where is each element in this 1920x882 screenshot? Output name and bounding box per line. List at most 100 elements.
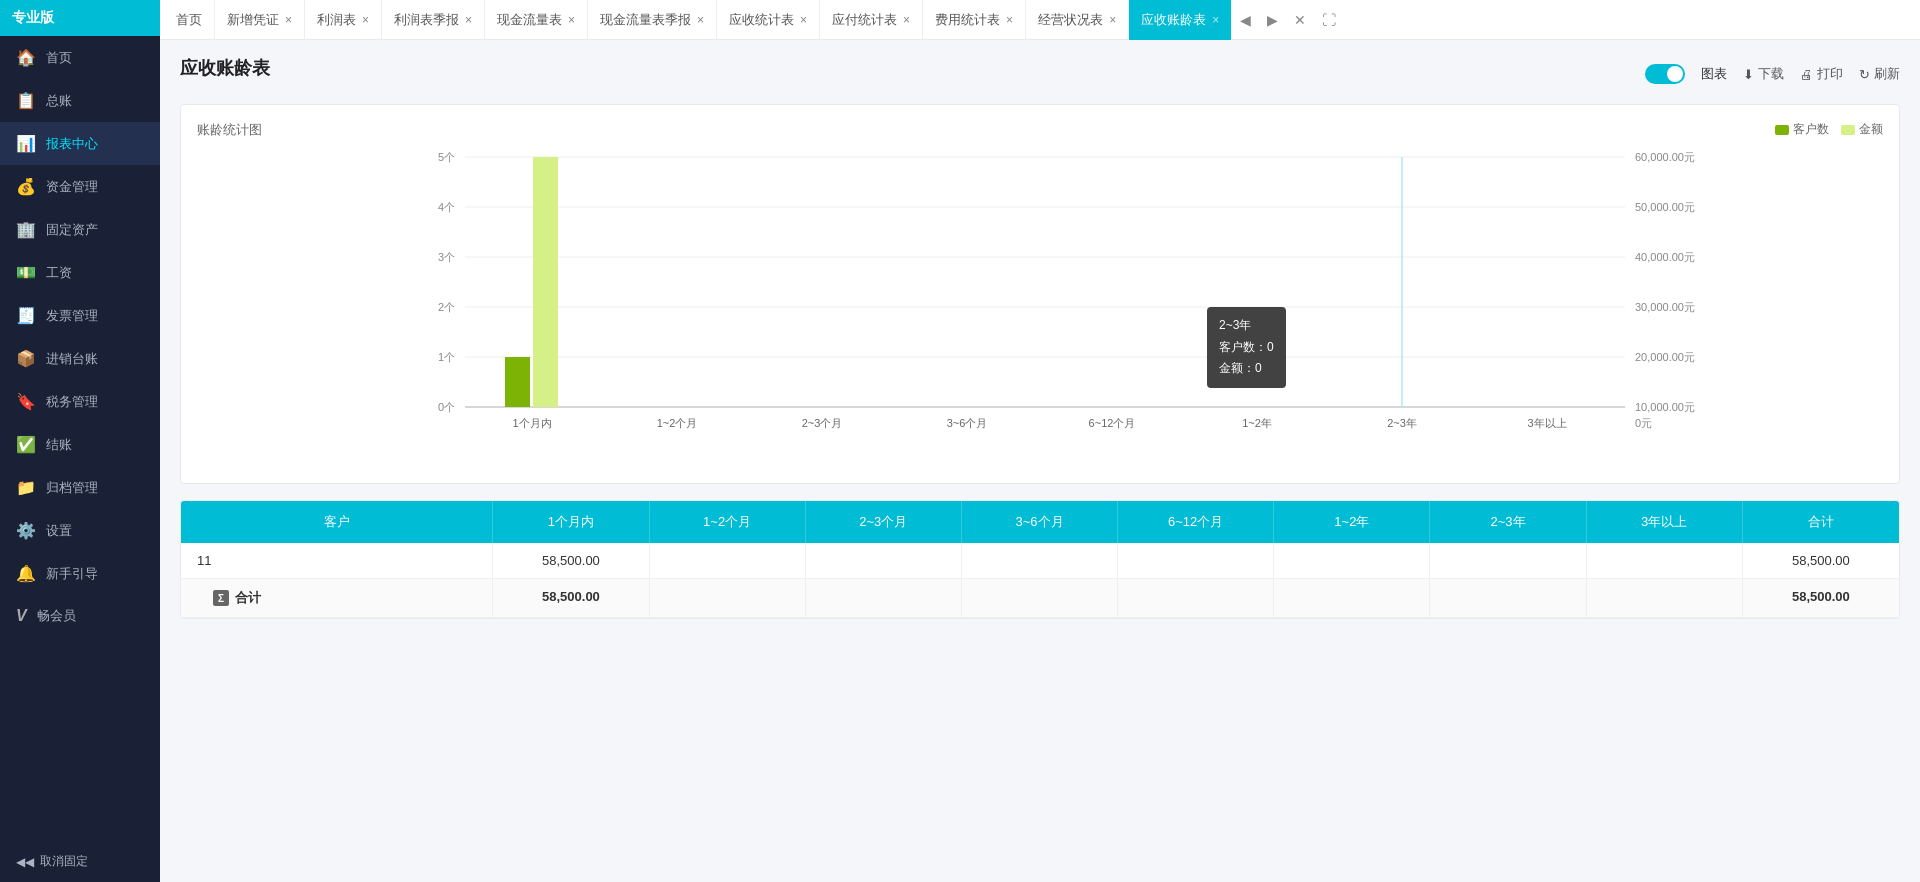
sidebar-logo: 专业版 [0, 0, 160, 36]
tab-ar-aging[interactable]: 应收账龄表 × [1129, 0, 1232, 40]
finance-icon: 💰 [16, 177, 36, 196]
td-total-m23 [806, 579, 962, 617]
print-btn[interactable]: 🖨 打印 [1800, 65, 1843, 83]
td-total-y23 [1430, 579, 1586, 617]
legend-amount: 金额 [1841, 121, 1883, 138]
sidebar-item-invoice[interactable]: 🧾 发票管理 [0, 294, 160, 337]
print-icon: 🖨 [1800, 67, 1813, 82]
tab-ap-stats-close[interactable]: × [903, 13, 910, 27]
download-label: 下载 [1758, 65, 1784, 83]
home-icon: 🏠 [16, 48, 36, 67]
ledger-icon: 📋 [16, 91, 36, 110]
svg-text:0个: 0个 [438, 401, 455, 413]
sidebar-item-label: 发票管理 [46, 307, 98, 325]
td-m36-0 [962, 543, 1118, 578]
sidebar-item-archive[interactable]: 📁 归档管理 [0, 466, 160, 509]
tab-cashflow[interactable]: 现金流量表 × [485, 0, 588, 40]
tab-profit[interactable]: 利润表 × [305, 0, 382, 40]
sidebar-item-sales[interactable]: 📦 进销台账 [0, 337, 160, 380]
tab-business[interactable]: 经营状况表 × [1026, 0, 1129, 40]
tab-ap-stats[interactable]: 应付统计表 × [820, 0, 923, 40]
td-y23-0 [1430, 543, 1586, 578]
sidebar-item-salary[interactable]: 💵 工资 [0, 251, 160, 294]
td-total-y12 [1274, 579, 1430, 617]
tab-ar-stats-close[interactable]: × [800, 13, 807, 27]
sum-icon: Σ [213, 590, 229, 606]
legend-amount-label: 金额 [1859, 121, 1883, 138]
tab-expense-stats[interactable]: 费用统计表 × [923, 0, 1026, 40]
table-total-row: Σ 合计 58,500.00 58,500.00 [181, 579, 1899, 618]
sidebar-item-report[interactable]: 📊 报表中心 [0, 122, 160, 165]
sidebar-item-home[interactable]: 🏠 首页 [0, 36, 160, 79]
sidebar-collapse-btn[interactable]: ◀◀ 取消固定 [0, 841, 160, 882]
tab-cashflow-label: 现金流量表 [497, 11, 562, 29]
guide-icon: 🔔 [16, 564, 36, 583]
td-total-m1: 58,500.00 [493, 579, 649, 617]
tab-ap-stats-label: 应付统计表 [832, 11, 897, 29]
th-y23: 2~3年 [1430, 501, 1586, 543]
tab-home[interactable]: 首页 [164, 0, 215, 40]
sidebar-item-label: 畅会员 [37, 607, 76, 625]
sidebar-item-label: 新手引导 [46, 565, 98, 583]
tab-profit-quarterly[interactable]: 利润表季报 × [382, 0, 485, 40]
tab-business-label: 经营状况表 [1038, 11, 1103, 29]
sidebar-item-guide[interactable]: 🔔 新手引导 [0, 552, 160, 595]
td-total-m612 [1118, 579, 1274, 617]
tab-profit-close[interactable]: × [362, 13, 369, 27]
tab-ar-aging-close[interactable]: × [1212, 13, 1219, 27]
td-total-m36 [962, 579, 1118, 617]
print-label: 打印 [1817, 65, 1843, 83]
sidebar-item-settings[interactable]: ⚙️ 设置 [0, 509, 160, 552]
chart-toggle[interactable] [1645, 64, 1685, 84]
svg-text:2个: 2个 [438, 301, 455, 313]
svg-text:3~6个月: 3~6个月 [947, 417, 988, 429]
sidebar-item-tax[interactable]: 🔖 税务管理 [0, 380, 160, 423]
th-y12: 1~2年 [1274, 501, 1430, 543]
refresh-icon: ↻ [1859, 67, 1870, 82]
tab-ar-aging-label: 应收账龄表 [1141, 11, 1206, 29]
tab-next-btn[interactable]: ▶ [1259, 0, 1286, 40]
sidebar-item-assets[interactable]: 🏢 固定资产 [0, 208, 160, 251]
sidebar-item-label: 工资 [46, 264, 72, 282]
tab-close-btn[interactable]: ✕ [1286, 0, 1314, 40]
tab-ar-stats[interactable]: 应收统计表 × [717, 0, 820, 40]
close-acct-icon: ✅ [16, 435, 36, 454]
download-btn[interactable]: ⬇ 下载 [1743, 65, 1784, 83]
svg-text:2~3个月: 2~3个月 [802, 417, 843, 429]
tab-profit-quarterly-label: 利润表季报 [394, 11, 459, 29]
tab-expand-btn[interactable]: ⛶ [1314, 0, 1344, 40]
tab-profit-quarterly-close[interactable]: × [465, 13, 472, 27]
td-m12-0 [650, 543, 806, 578]
tab-new-voucher[interactable]: 新增凭证 × [215, 0, 305, 40]
sidebar-item-label: 设置 [46, 522, 72, 540]
svg-text:2~3年: 2~3年 [1387, 417, 1417, 429]
tab-cashflow-quarterly[interactable]: 现金流量表季报 × [588, 0, 717, 40]
legend-amount-dot [1841, 125, 1855, 135]
chart-container: 账龄统计图 客户数 金额 [180, 104, 1900, 484]
tab-new-voucher-close[interactable]: × [285, 13, 292, 27]
tab-cashflow-close[interactable]: × [568, 13, 575, 27]
sidebar-item-label: 报表中心 [46, 135, 98, 153]
th-m23: 2~3个月 [806, 501, 962, 543]
tab-ar-stats-label: 应收统计表 [729, 11, 794, 29]
vip-icon: V [16, 607, 27, 625]
page-title: 应收账龄表 [180, 56, 270, 80]
td-total-m12 [650, 579, 806, 617]
tab-prev-btn[interactable]: ◀ [1232, 0, 1259, 40]
sidebar-item-label: 资金管理 [46, 178, 98, 196]
sidebar-item-ledger[interactable]: 📋 总账 [0, 79, 160, 122]
tab-profit-label: 利润表 [317, 11, 356, 29]
sidebar-item-vip[interactable]: V 畅会员 [0, 595, 160, 637]
settings-icon: ⚙️ [16, 521, 36, 540]
refresh-btn[interactable]: ↻ 刷新 [1859, 65, 1900, 83]
svg-text:50,000.00元: 50,000.00元 [1635, 201, 1695, 213]
sidebar-item-close[interactable]: ✅ 结账 [0, 423, 160, 466]
svg-text:1~2个月: 1~2个月 [657, 417, 698, 429]
tab-business-close[interactable]: × [1109, 13, 1116, 27]
sidebar-item-label: 税务管理 [46, 393, 98, 411]
tab-expense-stats-close[interactable]: × [1006, 13, 1013, 27]
sidebar-item-finance[interactable]: 💰 资金管理 [0, 165, 160, 208]
tab-cashflow-quarterly-close[interactable]: × [697, 13, 704, 27]
td-total-label: Σ 合计 [181, 579, 493, 617]
chart-legend: 客户数 金额 [1775, 121, 1883, 138]
